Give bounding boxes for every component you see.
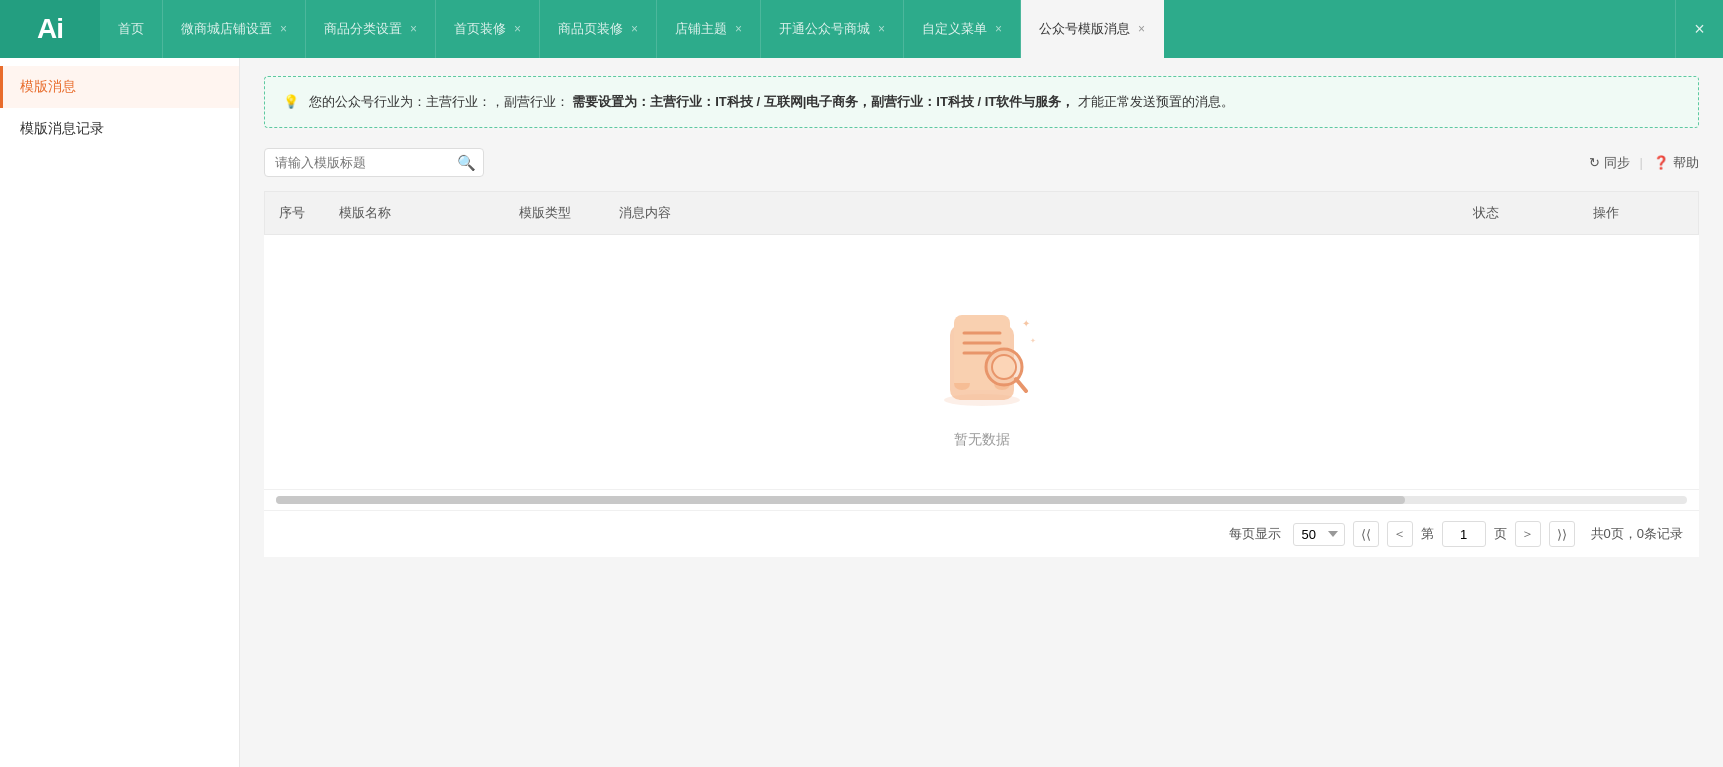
search-input[interactable]: [264, 148, 484, 177]
tab-close-custom-menu[interactable]: ×: [995, 22, 1002, 36]
nav-tab-open-mall[interactable]: 开通公众号商城×: [761, 0, 904, 58]
scroll-bar-track[interactable]: [276, 496, 1687, 504]
col-header-status: 状态: [1459, 192, 1579, 235]
per-page-label: 每页显示: [1229, 525, 1281, 543]
sync-button[interactable]: ↻ 同步: [1589, 154, 1630, 172]
data-table: 序号模版名称模版类型消息内容状态操作: [264, 191, 1699, 235]
empty-icon: ✦ ✦: [922, 295, 1042, 415]
sidebar-item-template-log[interactable]: 模版消息记录: [0, 108, 239, 150]
sidebar: 模版消息模版消息记录: [0, 58, 240, 767]
per-page-select[interactable]: 102050100: [1293, 523, 1345, 546]
scroll-bar-thumb: [276, 496, 1405, 504]
sync-label: 同步: [1604, 154, 1630, 172]
col-header-name: 模版名称: [325, 192, 505, 235]
nav-tab-weshop[interactable]: 微商城店铺设置×: [163, 0, 306, 58]
tab-close-category[interactable]: ×: [410, 22, 417, 36]
content-area: 💡 您的公众号行业为：主营行业：，副营行业： 需要设置为：主营行业：IT科技 /…: [240, 58, 1723, 767]
page-unit: 页: [1494, 525, 1507, 543]
svg-point-7: [992, 355, 1016, 379]
col-header-index: 序号: [265, 192, 325, 235]
nav-tab-custom-menu[interactable]: 自定义菜单×: [904, 0, 1021, 58]
col-header-action: 操作: [1579, 192, 1699, 235]
logo: Ai: [0, 0, 100, 58]
nav-tab-template-msg[interactable]: 公众号模版消息×: [1021, 0, 1164, 58]
tab-close-product-decor[interactable]: ×: [631, 22, 638, 36]
empty-state: ✦ ✦ 暂无数据: [264, 235, 1699, 489]
page-total: 共0页，0条记录: [1591, 525, 1683, 543]
nav-tab-category[interactable]: 商品分类设置×: [306, 0, 436, 58]
tab-close-weshop[interactable]: ×: [280, 22, 287, 36]
notice-box: 💡 您的公众号行业为：主营行业：，副营行业： 需要设置为：主营行业：IT科技 /…: [264, 76, 1699, 128]
nav-tab-home[interactable]: 首页: [100, 0, 163, 58]
next-page-button[interactable]: ＞: [1515, 521, 1541, 547]
search-button[interactable]: 🔍: [457, 154, 476, 172]
prev-page-button[interactable]: ＜: [1387, 521, 1413, 547]
nav-tab-product-decor[interactable]: 商品页装修×: [540, 0, 657, 58]
help-icon: ❓: [1653, 155, 1669, 170]
close-all-button[interactable]: ×: [1675, 0, 1723, 58]
tab-close-open-mall[interactable]: ×: [878, 22, 885, 36]
empty-text: 暂无数据: [954, 431, 1010, 449]
nav-tab-home-decor[interactable]: 首页装修×: [436, 0, 540, 58]
last-page-button[interactable]: ⟩⟩: [1549, 521, 1575, 547]
search-bar: 🔍 ↻ 同步 | ❓ 帮助: [264, 148, 1699, 177]
top-nav: Ai 首页微商城店铺设置×商品分类设置×首页装修×商品页装修×店铺主题×开通公众…: [0, 0, 1723, 58]
notice-icon: 💡: [283, 94, 299, 109]
help-label: 帮助: [1673, 154, 1699, 172]
first-page-button[interactable]: ⟨⟨: [1353, 521, 1379, 547]
table-header: 序号模版名称模版类型消息内容状态操作: [265, 192, 1699, 235]
notice-highlight: 需要设置为：主营行业：IT科技 / 互联网|电子商务，副营行业：IT科技 / I…: [572, 94, 1074, 109]
search-input-wrap: 🔍: [264, 148, 484, 177]
svg-line-8: [1016, 379, 1026, 391]
sidebar-item-template-msg[interactable]: 模版消息: [0, 66, 239, 108]
notice-suffix: 才能正常发送预置的消息。: [1078, 94, 1234, 109]
nav-tab-theme[interactable]: 店铺主题×: [657, 0, 761, 58]
col-header-type: 模版类型: [505, 192, 605, 235]
sync-icon: ↻: [1589, 155, 1600, 170]
col-header-content: 消息内容: [605, 192, 1459, 235]
toolbar-right: ↻ 同步 | ❓ 帮助: [1589, 154, 1699, 172]
tabs-area: 首页微商城店铺设置×商品分类设置×首页装修×商品页装修×店铺主题×开通公众号商城…: [100, 0, 1675, 58]
help-button[interactable]: ❓ 帮助: [1653, 154, 1699, 172]
page-input[interactable]: [1442, 521, 1486, 547]
tab-close-home-decor[interactable]: ×: [514, 22, 521, 36]
svg-text:✦: ✦: [1022, 318, 1030, 329]
tab-close-template-msg[interactable]: ×: [1138, 22, 1145, 36]
tab-close-theme[interactable]: ×: [735, 22, 742, 36]
page-label: 第: [1421, 525, 1434, 543]
toolbar-divider: |: [1640, 155, 1643, 170]
notice-prefix: 您的公众号行业为：主营行业：，副营行业：: [309, 94, 569, 109]
scroll-bar-row: [264, 489, 1699, 510]
svg-text:✦: ✦: [1030, 337, 1036, 344]
pagination-bar: 每页显示 102050100 ⟨⟨ ＜ 第 页 ＞ ⟩⟩ 共0页，0条记录: [264, 510, 1699, 557]
main-layout: 模版消息模版消息记录 💡 您的公众号行业为：主营行业：，副营行业： 需要设置为：…: [0, 58, 1723, 767]
